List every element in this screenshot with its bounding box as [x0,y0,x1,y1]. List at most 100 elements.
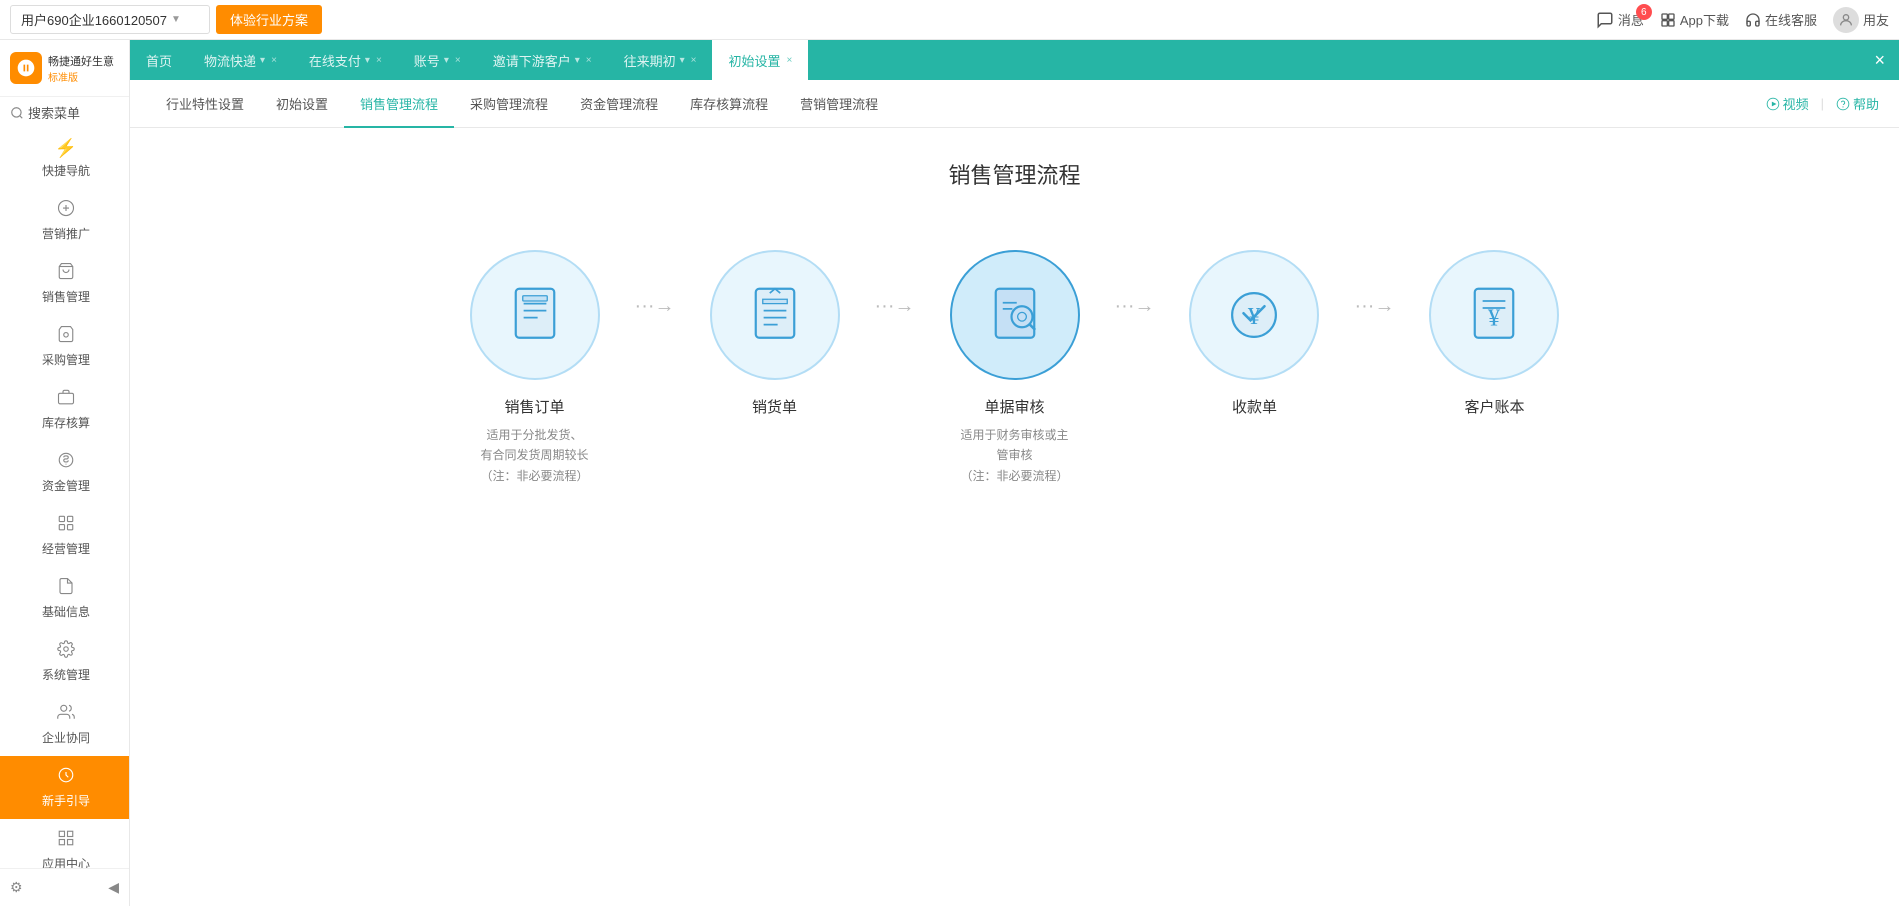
sidebar-item-marketing[interactable]: 营销推广 [0,189,129,252]
sub-tab-inventory-flow[interactable]: 库存核算流程 [674,80,784,128]
close-icon[interactable]: × [586,55,592,66]
flow-step-sales-order[interactable]: 销售订单 适用于分批发货、有合同发货周期较长（注：非必要流程） [435,250,635,486]
nav-tab-payment[interactable]: 在线支付 ▾ × [293,40,398,80]
flow-diagram: 销售订单 适用于分批发货、有合同发货周期较长（注：非必要流程） ···→ [170,250,1859,486]
sub-tab-finance-flow[interactable]: 资金管理流程 [564,80,674,128]
trial-button[interactable]: 体验行业方案 [216,5,322,34]
flow-step-label: 收款单 [1232,396,1277,417]
app-download-label: App下载 [1680,10,1729,29]
nav-tab-init[interactable]: 初始设置 × [712,40,808,80]
flow-step-audit[interactable]: 单据审核 适用于财务审核或主管审核（注：非必要流程） [915,250,1115,486]
sidebar-item-sales[interactable]: 销售管理 [0,252,129,315]
invoice-icon [740,280,810,350]
ledger-icon: ¥ [1459,280,1529,350]
settings-bottom-button[interactable]: ⚙ [10,879,23,896]
sub-tab-init-setting[interactable]: 初始设置 [260,80,344,128]
sidebar-item-quick-nav[interactable]: ⚡ 快捷导航 [0,128,129,189]
help-link[interactable]: 帮助 [1836,94,1879,113]
sub-tab-marketing-flow[interactable]: 营销管理流程 [784,80,894,128]
marketing-icon [57,199,75,222]
nav-tab-label: 物流快递 [204,51,256,70]
flow-circle-invoice [710,250,840,380]
sidebar-item-finance[interactable]: 资金管理 [0,441,129,504]
nav-tab-logistics[interactable]: 物流快递 ▾ × [188,40,293,80]
base-info-icon [57,577,75,600]
top-bar-left: 用户690企业1660120507 ▼ 体验行业方案 [10,5,1596,34]
sub-tab-purchase-flow[interactable]: 采购管理流程 [454,80,564,128]
app-download-button[interactable]: App下载 [1660,10,1729,29]
sidebar-nav: ⚡ 快捷导航 营销推广 销售管理 采购管理 [0,128,129,868]
headset-icon [1745,12,1761,28]
video-link[interactable]: 视频 [1766,94,1809,113]
sidebar-item-label: 企业协同 [42,729,90,746]
sidebar-item-label: 新手引导 [42,792,90,809]
sub-tab-sales-flow[interactable]: 销售管理流程 [344,80,454,128]
close-icon[interactable]: × [271,55,277,66]
sidebar-item-inventory[interactable]: 库存核算 [0,378,129,441]
user-menu[interactable]: 用友 [1833,7,1889,33]
nav-tab-account[interactable]: 账号 ▾ × [398,40,477,80]
sub-tab-industry[interactable]: 行业特性设置 [150,80,260,128]
nav-tab-label: 邀请下游客户 [493,51,571,70]
flow-arrow-3: ···→ [1115,250,1155,318]
sidebar-item-label: 系统管理 [42,666,90,683]
close-all-tabs-button[interactable]: × [1860,50,1899,71]
online-service-button[interactable]: 在线客服 [1745,10,1817,29]
sidebar-item-enterprise[interactable]: 企业协同 [0,693,129,756]
divider: | [1821,96,1824,111]
nav-tab-label: 在线支付 [309,51,361,70]
close-icon[interactable]: × [786,55,792,66]
collapse-button[interactable]: ◀ [108,879,119,896]
finance-icon [57,451,75,474]
flow-step-receipt[interactable]: ¥ 收款单 [1154,250,1354,425]
audit-icon [980,280,1050,350]
flow-circle-audit [950,250,1080,380]
nav-tab-label: 初始设置 [728,51,780,70]
online-service-label: 在线客服 [1765,10,1817,29]
close-icon[interactable]: × [691,55,697,66]
search-label: 搜索菜单 [28,103,80,122]
logo-badge: 标准版 [48,69,114,84]
sub-tab-label: 销售管理流程 [360,94,438,113]
flow-circle-order [470,250,600,380]
chevron-icon: ▾ [260,55,265,66]
sidebar-item-label: 经营管理 [42,540,90,557]
purchase-icon [57,325,75,348]
flow-step-label: 单据审核 [984,396,1044,417]
sidebar-item-base-info[interactable]: 基础信息 [0,567,129,630]
close-icon[interactable]: × [455,55,461,66]
close-icon[interactable]: × [376,55,382,66]
flow-step-label: 销货单 [752,396,797,417]
sales-icon [57,262,75,285]
help-icon [1836,97,1850,111]
flow-step-invoice[interactable]: 销货单 [675,250,875,425]
sidebar-item-business[interactable]: 经营管理 [0,504,129,567]
sidebar-item-guide[interactable]: 新手引导 [0,756,129,819]
main-layout: 畅捷通好生意 标准版 搜索菜单 ⚡ 快捷导航 营销推广 [0,40,1899,906]
nav-tab-home[interactable]: 首页 [130,40,188,80]
search-menu-button[interactable]: 搜索菜单 [0,97,129,128]
page-body: 销售管理流程 [130,128,1899,516]
nav-tab-label: 账号 [414,51,440,70]
logo-text-block: 畅捷通好生意 标准版 [48,53,114,84]
message-button[interactable]: 消息 6 [1596,10,1644,29]
sidebar-item-purchase[interactable]: 采购管理 [0,315,129,378]
sidebar-item-app-center[interactable]: 应用中心 [0,819,129,868]
flow-step-label: 客户账本 [1464,396,1524,417]
sidebar-item-label: 基础信息 [42,603,90,620]
sidebar-item-system[interactable]: 系统管理 [0,630,129,693]
guide-icon [57,766,75,789]
user-select[interactable]: 用户690企业1660120507 ▼ [10,5,210,34]
flow-step-ledger[interactable]: ¥ 客户账本 [1394,250,1594,425]
nav-tab-invite[interactable]: 邀请下游客户 ▾ × [477,40,608,80]
main-area: 首页 物流快递 ▾ × 在线支付 ▾ × 账号 ▾ × 邀请下游客户 ▾ × [130,40,1899,906]
chevron-icon: ▾ [575,55,580,66]
flow-step-desc: 适用于财务审核或主管审核（注：非必要流程） [960,425,1068,486]
nav-tab-period[interactable]: 往来期初 ▾ × [608,40,713,80]
top-bar: 用户690企业1660120507 ▼ 体验行业方案 消息 6 App下载 [0,0,1899,40]
business-icon [57,514,75,537]
sidebar-item-label: 采购管理 [42,351,90,368]
page-title: 销售管理流程 [170,158,1859,190]
chevron-icon: ▾ [444,55,449,66]
message-icon [1596,11,1614,29]
